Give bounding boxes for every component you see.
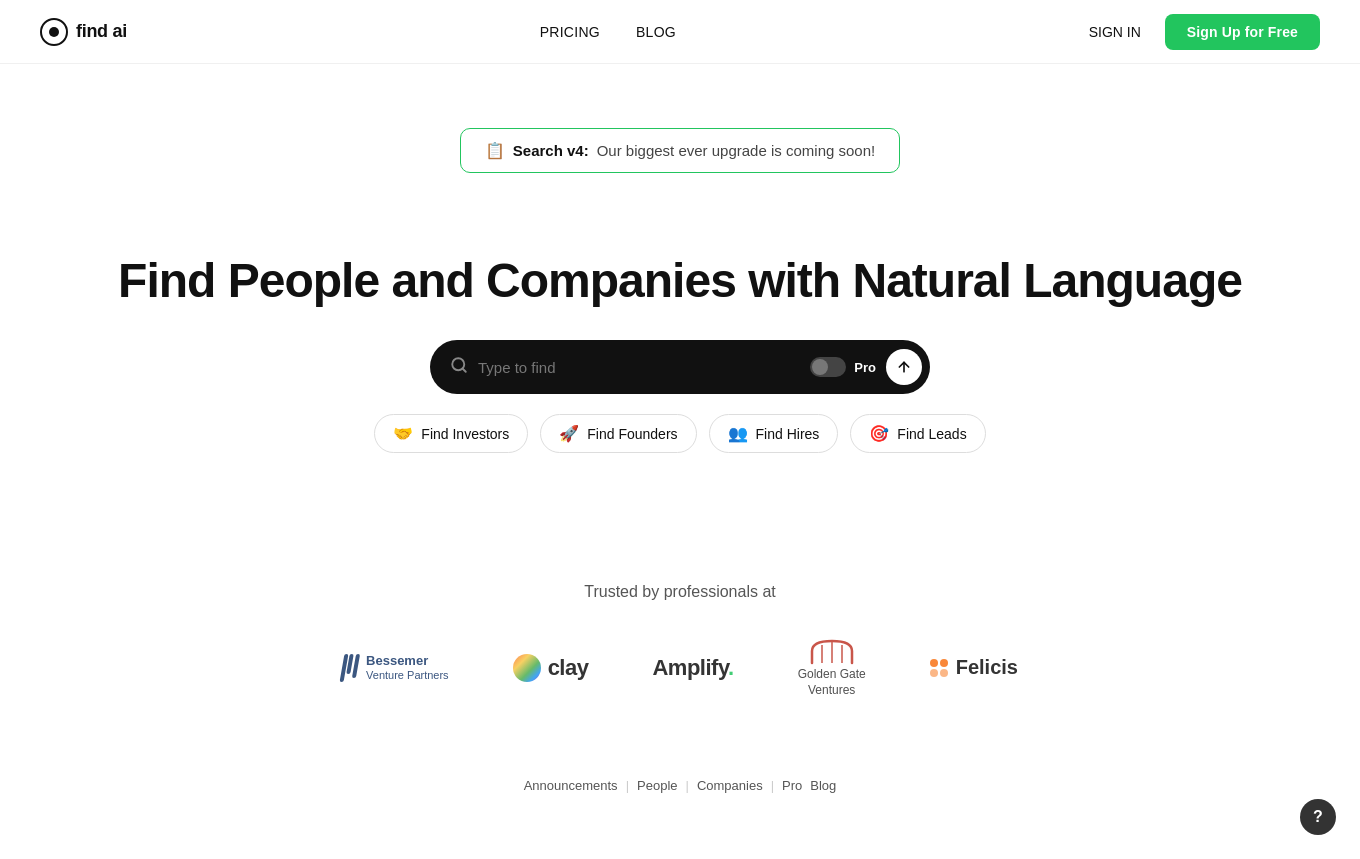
leads-label: Find Leads [897, 426, 966, 442]
clay-icon [513, 654, 541, 682]
brand-name: find ai [76, 21, 127, 42]
footer: Announcements | People | Companies | Pro… [0, 758, 1360, 813]
pro-label: Pro [854, 360, 876, 375]
bessemer-stripes-icon [342, 654, 358, 682]
founders-label: Find Founders [587, 426, 677, 442]
sign-in-link[interactable]: SIGN IN [1089, 24, 1141, 40]
footer-companies[interactable]: Companies [697, 778, 763, 793]
filter-hires[interactable]: 👥 Find Hires [709, 414, 839, 453]
investors-icon: 🤝 [393, 424, 413, 443]
banner-icon: 📋 [485, 141, 505, 160]
bessemer-sub: Venture Partners [366, 669, 449, 682]
hires-label: Find Hires [756, 426, 820, 442]
nav-pricing[interactable]: PRICING [540, 24, 600, 40]
trusted-label: Trusted by professionals at [584, 583, 776, 601]
nav-links: PRICING BLOG [540, 24, 676, 40]
footer-pro[interactable]: Pro [782, 778, 802, 793]
logo-clay: clay [513, 654, 589, 682]
clay-name: clay [548, 655, 589, 681]
felicis-name: Felicis [956, 656, 1018, 679]
bessemer-name: Bessemer [366, 653, 449, 669]
footer-people[interactable]: People [637, 778, 677, 793]
banner-label: Search v4: [513, 142, 589, 159]
leads-icon: 🎯 [869, 424, 889, 443]
search-bar: Pro [430, 340, 930, 394]
hero-title: Find People and Companies with Natural L… [118, 253, 1242, 308]
help-button[interactable]: ? [1300, 799, 1336, 835]
search-input[interactable] [478, 359, 800, 376]
amplify-name: Amplify. [652, 655, 733, 681]
pro-toggle[interactable] [810, 357, 846, 377]
logo-bessemer: Bessemer Venture Partners [342, 653, 449, 682]
filter-investors[interactable]: 🤝 Find Investors [374, 414, 528, 453]
search-submit-button[interactable] [886, 349, 922, 385]
pro-toggle-area: Pro [810, 357, 876, 377]
footer-blog[interactable]: Blog [810, 778, 836, 793]
investors-label: Find Investors [421, 426, 509, 442]
trusted-section: Trusted by professionals at Bessemer Ven… [0, 583, 1360, 698]
logo-link[interactable]: find ai [40, 18, 127, 46]
hero-section: Find People and Companies with Natural L… [0, 173, 1360, 453]
logo-felicis: Felicis [930, 656, 1018, 679]
search-icon [450, 356, 468, 378]
golden-gate-name: Golden GateVentures [798, 667, 866, 698]
founders-icon: 🚀 [559, 424, 579, 443]
felicis-icon [930, 659, 948, 677]
footer-announcements[interactable]: Announcements [524, 778, 618, 793]
filter-leads[interactable]: 🎯 Find Leads [850, 414, 985, 453]
logos-row: Bessemer Venture Partners clay Amplify. [342, 637, 1018, 698]
hires-icon: 👥 [728, 424, 748, 443]
quick-filters: 🤝 Find Investors 🚀 Find Founders 👥 Find … [374, 414, 985, 453]
nav-blog[interactable]: BLOG [636, 24, 676, 40]
navbar: find ai PRICING BLOG SIGN IN Sign Up for… [0, 0, 1360, 64]
logo-amplify: Amplify. [652, 655, 733, 681]
svg-line-1 [462, 369, 465, 372]
filter-founders[interactable]: 🚀 Find Founders [540, 414, 696, 453]
announcement-banner: 📋 Search v4: Our biggest ever upgrade is… [460, 128, 900, 173]
logo-icon [40, 18, 68, 46]
nav-right: SIGN IN Sign Up for Free [1089, 14, 1320, 50]
logo-golden-gate: Golden GateVentures [798, 637, 866, 698]
signup-button[interactable]: Sign Up for Free [1165, 14, 1320, 50]
golden-gate-icon [807, 637, 857, 665]
banner-message: Our biggest ever upgrade is coming soon! [597, 142, 876, 159]
